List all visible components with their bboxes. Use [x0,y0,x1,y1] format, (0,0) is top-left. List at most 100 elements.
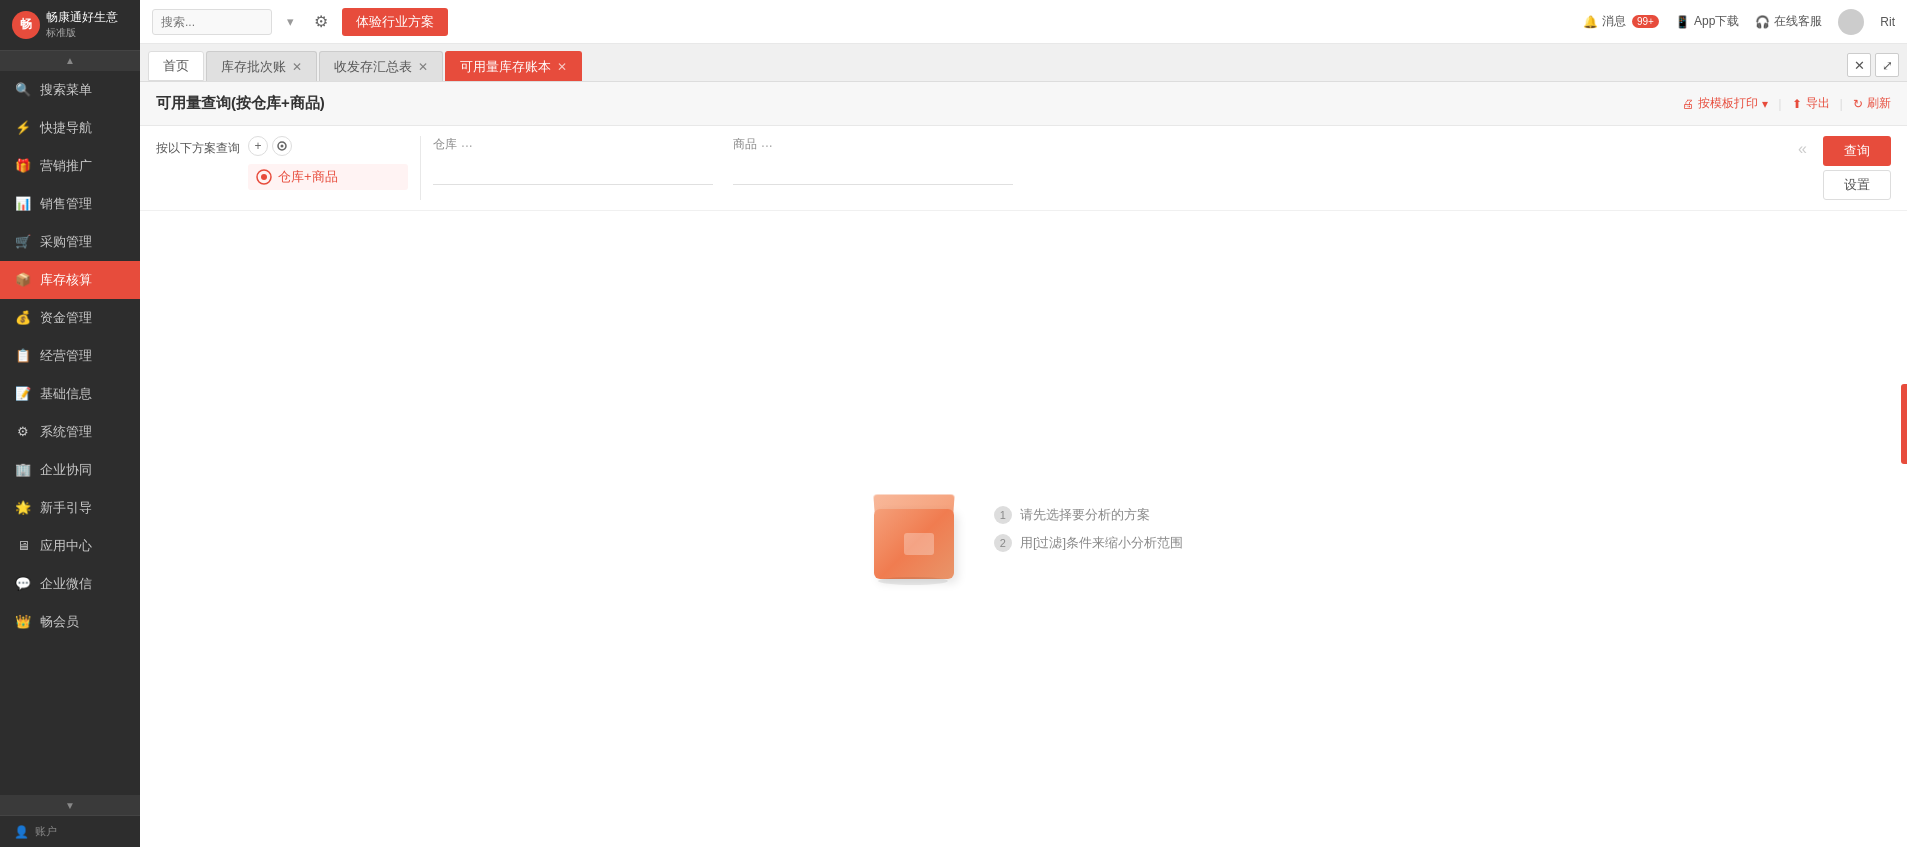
filter-fields: 仓库 ··· 商品 ··· [433,136,1798,185]
page-actions: 🖨 按模板打印 ▾ | ⬆ 导出 | ↻ 刷新 [1682,95,1891,112]
tab-batch[interactable]: 库存批次账 ✕ [206,51,317,81]
topbar-right: 🔔 消息 99+ 📱 App下载 🎧 在线客服 Rit [1583,9,1895,35]
action-buttons: 查询 设置 [1807,136,1891,200]
box-body [874,509,954,579]
svg-point-1 [281,145,284,148]
tab-available-close-icon[interactable]: ✕ [557,60,567,74]
tab-batch-close-icon[interactable]: ✕ [292,60,302,74]
sidebar-scroll-down[interactable]: ▼ [0,795,140,815]
page-title: 可用量查询(按仓库+商品) [156,94,325,113]
sidebar-title: 畅康通好生意 [46,10,118,26]
dropdown-chevron-icon[interactable]: ▾ [280,12,300,32]
tab-available[interactable]: 可用量库存账本 ✕ [445,51,582,81]
sidebar-item-newbie[interactable]: 🌟 新手引导 [0,489,140,527]
tab-close-all-icon[interactable]: ✕ [1847,53,1871,77]
filter-area: 按以下方案查询 + [140,126,1907,211]
filter-schemes: + 仓库+商品 [248,136,408,190]
topbar: ▾ ⚙ 体验行业方案 🔔 消息 99+ 📱 App下载 🎧 在线客服 Rit [140,0,1907,44]
mobile-icon: 📱 [1675,15,1690,29]
sidebar-item-finance[interactable]: 💰 资金管理 [0,299,140,337]
building-icon: 🏢 [14,461,32,479]
collapse-arrow-icon[interactable]: « [1798,140,1807,158]
sidebar: 畅 畅康通好生意 标准版 ▲ 🔍 搜索菜单 ⚡ 快捷导航 🎁 营销推广 📊 销售… [0,0,140,847]
sidebar-item-marketing[interactable]: 🎁 营销推广 [0,147,140,185]
star-icon: 🌟 [14,499,32,517]
scheme-settings-icon[interactable] [272,136,292,156]
print-button[interactable]: 🖨 按模板打印 ▾ [1682,95,1768,112]
industry-button[interactable]: 体验行业方案 [342,8,448,36]
avatar[interactable] [1838,9,1864,35]
sidebar-item-basic[interactable]: 📝 基础信息 [0,375,140,413]
print-dropdown-icon: ▾ [1762,97,1768,111]
clipboard-icon: 📋 [14,347,32,365]
printer-icon: 🖨 [1682,97,1694,111]
sidebar-item-system[interactable]: ⚙ 系统管理 [0,413,140,451]
online-service-button[interactable]: 🎧 在线客服 [1755,13,1822,30]
monitor-icon: 🖥 [14,537,32,555]
settings-button[interactable]: 设置 [1823,170,1891,200]
query-button[interactable]: 查询 [1823,136,1891,166]
export-button[interactable]: ⬆ 导出 [1792,95,1830,112]
tip-num-2: 2 [994,534,1012,552]
tabs-bar: 首页 库存批次账 ✕ 收发存汇总表 ✕ 可用量库存账本 ✕ ✕ ⤢ [140,44,1907,82]
filter-label: 按以下方案查询 [156,136,240,157]
tip-text-1: 请先选择要分析的方案 [1020,506,1150,524]
sidebar-subtitle: 标准版 [46,26,118,40]
sidebar-footer: 👤 账户 [0,815,140,847]
sidebar-item-inventory[interactable]: 📦 库存核算 [0,261,140,299]
sidebar-item-search[interactable]: 🔍 搜索菜单 [0,71,140,109]
right-edge-indicator [1901,384,1907,464]
box-shadow [878,577,948,585]
filter-divider [420,136,421,200]
add-scheme-button[interactable]: + [248,136,268,156]
box-icon: 📦 [14,271,32,289]
sidebar-item-wechat[interactable]: 💬 企业微信 [0,565,140,603]
money-icon: 💰 [14,309,32,327]
message-button[interactable]: 🔔 消息 99+ [1583,13,1659,30]
warehouse-more-icon[interactable]: ··· [461,137,473,153]
app-download-button[interactable]: 📱 App下载 [1675,13,1739,30]
tab-summary[interactable]: 收发存汇总表 ✕ [319,51,443,81]
tabs-actions: ✕ ⤢ [1847,53,1899,81]
empty-state: 1 请先选择要分析的方案 2 用[过滤]条件来缩小分析范围 [140,211,1907,847]
sidebar-item-member[interactable]: 👑 畅会员 [0,603,140,641]
settings-icon[interactable]: ⚙ [308,9,334,35]
bell-icon: 🔔 [1583,15,1598,29]
sidebar-header: 畅 畅康通好生意 标准版 [0,0,140,51]
content-area: 可用量查询(按仓库+商品) 🖨 按模板打印 ▾ | ⬆ 导出 | ↻ 刷新 [140,82,1907,847]
note-icon: 📝 [14,385,32,403]
search-input[interactable] [152,9,272,35]
empty-tips: 1 请先选择要分析的方案 2 用[过滤]条件来缩小分析范围 [994,506,1183,552]
sidebar-item-purchase[interactable]: 🛒 采购管理 [0,223,140,261]
sidebar-item-sales[interactable]: 📊 销售管理 [0,185,140,223]
sidebar-item-enterprise[interactable]: 🏢 企业协同 [0,451,140,489]
chat-icon: 💬 [14,575,32,593]
warehouse-filter-field: 仓库 ··· [433,136,713,185]
username-label: Rit [1880,15,1895,29]
box-face [904,533,934,555]
refresh-button[interactable]: ↻ 刷新 [1853,95,1891,112]
tab-home[interactable]: 首页 [148,51,204,81]
headset-icon: 🎧 [1755,15,1770,29]
sidebar-item-apps[interactable]: 🖥 应用中心 [0,527,140,565]
empty-illustration [864,479,964,579]
flash-icon: ⚡ [14,119,32,137]
refresh-icon: ↻ [1853,97,1863,111]
sidebar-scroll-up[interactable]: ▲ [0,51,140,71]
sidebar-item-shortcut[interactable]: ⚡ 快捷导航 [0,109,140,147]
tab-expand-icon[interactable]: ⤢ [1875,53,1899,77]
product-input[interactable] [733,157,1013,185]
search-icon: 🔍 [14,81,32,99]
sidebar-nav: 🔍 搜索菜单 ⚡ 快捷导航 🎁 营销推广 📊 销售管理 🛒 采购管理 📦 库存核… [0,71,140,795]
export-icon: ⬆ [1792,97,1802,111]
sidebar-logo: 畅 [12,11,40,39]
tab-summary-close-icon[interactable]: ✕ [418,60,428,74]
warehouse-input[interactable] [433,157,713,185]
user-footer-icon: 👤 [14,825,29,839]
empty-tip-1: 1 请先选择要分析的方案 [994,506,1183,524]
scheme-item-warehouse-product[interactable]: 仓库+商品 [248,164,408,190]
empty-tip-2: 2 用[过滤]条件来缩小分析范围 [994,534,1183,552]
filter-scheme-controls: + [248,136,408,156]
sidebar-item-operation[interactable]: 📋 经营管理 [0,337,140,375]
product-more-icon[interactable]: ··· [761,137,773,153]
